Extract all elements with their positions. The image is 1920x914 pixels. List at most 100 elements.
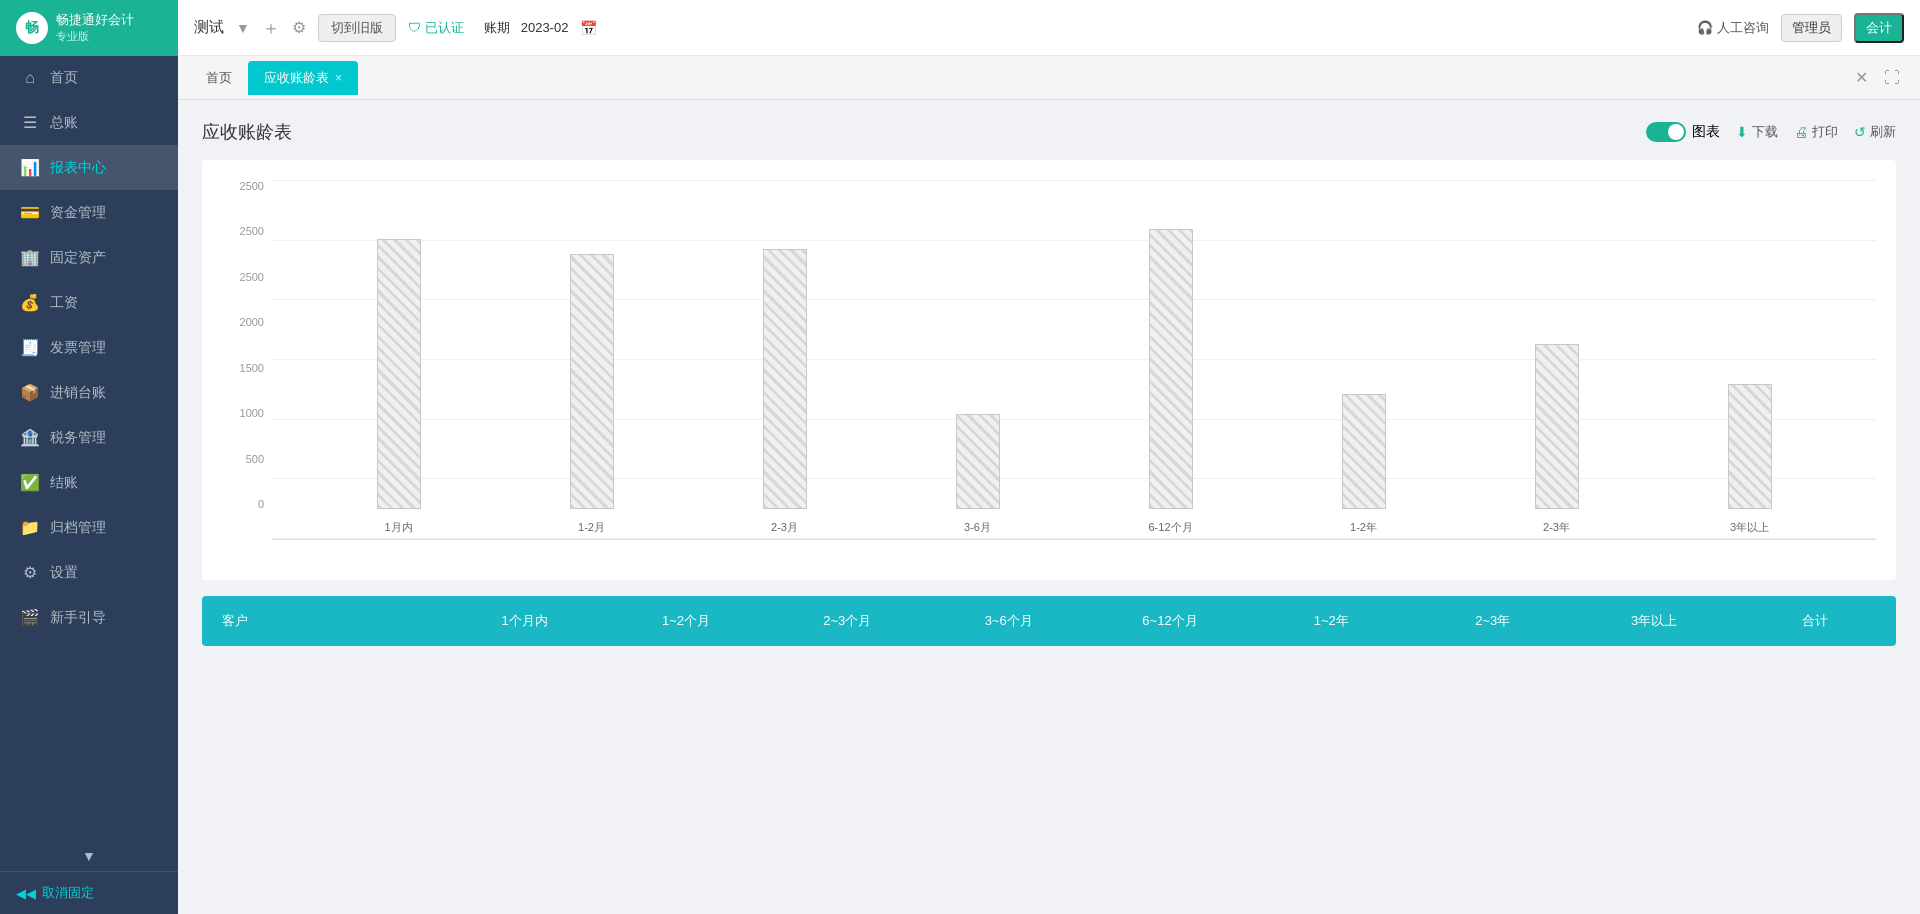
- sidebar-item-tax[interactable]: 🏦 税务管理: [0, 415, 178, 460]
- print-btn[interactable]: 🖨 打印: [1794, 123, 1838, 141]
- tab-home[interactable]: 首页: [190, 61, 248, 95]
- y-label-1500: 1500: [240, 362, 264, 374]
- sidebar-item-label: 资金管理: [50, 204, 106, 222]
- y-label-2500a: 2500: [240, 180, 264, 192]
- sidebar-item-label: 结账: [50, 474, 78, 492]
- chart-area: 2500 2500 2500 2000 1500 1000 500 0: [222, 180, 1876, 540]
- assets-icon: 🏢: [20, 248, 40, 267]
- sidebar-item-label: 设置: [50, 564, 78, 582]
- headset-icon: 🎧: [1697, 20, 1713, 35]
- tab-accounts-aging[interactable]: 应收账龄表 ×: [248, 61, 358, 95]
- bar: [1535, 344, 1579, 509]
- sidebar-item-sales[interactable]: 📦 进销台账: [0, 370, 178, 415]
- sidebar-collapse-btn[interactable]: ◀◀ 取消固定: [0, 871, 178, 914]
- y-axis: 2500 2500 2500 2000 1500 1000 500 0: [222, 180, 272, 540]
- add-workspace-btn[interactable]: ＋: [262, 16, 280, 40]
- sidebar-item-settings[interactable]: ⚙ 设置: [0, 550, 178, 595]
- bar: [956, 414, 1000, 509]
- sidebar-item-reports[interactable]: 📊 报表中心: [0, 145, 178, 190]
- y-label-0: 0: [258, 498, 264, 510]
- sidebar-item-settlement[interactable]: ✅ 结账: [0, 460, 178, 505]
- bar: [1342, 394, 1386, 509]
- archive-icon: 📁: [20, 518, 40, 537]
- download-icon: ⬇: [1736, 124, 1748, 140]
- funds-icon: 💳: [20, 203, 40, 222]
- invoices-icon: 🧾: [20, 338, 40, 357]
- x-label: 2-3年: [1460, 520, 1653, 535]
- period-value: 2023-02: [521, 20, 569, 35]
- y-label-500: 500: [246, 453, 264, 465]
- sidebar-item-label: 归档管理: [50, 519, 106, 537]
- app-edition: 专业版: [56, 29, 134, 44]
- main-content: 测试 ▼ ＋ ⚙ 切到旧版 🛡 已认证 账期 2023-02 📅 🎧 人工咨询 …: [178, 0, 1920, 914]
- bar-group: [881, 414, 1074, 509]
- chart-toggle[interactable]: [1646, 122, 1686, 142]
- th-3-6m: 3~6个月: [928, 596, 1089, 646]
- y-label-2500c: 2500: [240, 271, 264, 283]
- y-label-2000: 2000: [240, 316, 264, 328]
- workspace-dropdown-icon[interactable]: ▼: [236, 20, 250, 36]
- x-label: 3年以上: [1653, 520, 1846, 535]
- bar-group: [1460, 344, 1653, 509]
- sidebar-item-guide[interactable]: 🎬 新手引导: [0, 595, 178, 640]
- page-content: 应收账龄表 图表 ⬇ 下载 🖨 打印 ↺ 刷新: [178, 100, 1920, 914]
- refresh-btn[interactable]: ↺ 刷新: [1854, 123, 1896, 141]
- tax-icon: 🏦: [20, 428, 40, 447]
- logo-text-block: 畅捷通好会计 专业版: [56, 12, 134, 44]
- tab-close-icon[interactable]: ×: [335, 71, 342, 85]
- x-label: 3-6月: [881, 520, 1074, 535]
- sidebar-item-invoices[interactable]: 🧾 发票管理: [0, 325, 178, 370]
- th-2-3m: 2~3个月: [767, 596, 928, 646]
- settings-icon: ⚙: [20, 563, 40, 582]
- sidebar-item-assets[interactable]: 🏢 固定资产: [0, 235, 178, 280]
- sidebar-item-label: 税务管理: [50, 429, 106, 447]
- window-close-btn[interactable]: ✕: [1847, 68, 1876, 87]
- sidebar-item-wages[interactable]: 💰 工资: [0, 280, 178, 325]
- manager-btn[interactable]: 管理员: [1781, 14, 1842, 42]
- bar: [1728, 384, 1772, 509]
- workspace-settings-btn[interactable]: ⚙: [292, 18, 306, 37]
- shield-icon: 🛡: [408, 20, 421, 35]
- workspace-title: 测试: [194, 18, 224, 37]
- consult-btn[interactable]: 🎧 人工咨询: [1697, 19, 1769, 37]
- chart-container: 2500 2500 2500 2000 1500 1000 500 0: [202, 160, 1896, 580]
- sidebar-item-archive[interactable]: 📁 归档管理: [0, 505, 178, 550]
- tab-accounts-aging-label: 应收账龄表: [264, 69, 329, 87]
- switch-old-btn[interactable]: 切到旧版: [318, 14, 396, 42]
- accountant-btn[interactable]: 会计: [1854, 13, 1904, 43]
- page-header: 应收账龄表 图表 ⬇ 下载 🖨 打印 ↺ 刷新: [202, 120, 1896, 144]
- chart-toggle-wrap: 图表: [1646, 122, 1720, 142]
- download-btn[interactable]: ⬇ 下载: [1736, 123, 1778, 141]
- sidebar-item-home[interactable]: ⌂ 首页: [0, 56, 178, 100]
- sidebar-item-label: 工资: [50, 294, 78, 312]
- sales-icon: 📦: [20, 383, 40, 402]
- bar: [763, 249, 807, 509]
- chevron-down-icon: ▼: [82, 848, 96, 864]
- sidebar-item-ledger[interactable]: ☰ 总账: [0, 100, 178, 145]
- sidebar-item-label: 新手引导: [50, 609, 106, 627]
- reports-icon: 📊: [20, 158, 40, 177]
- sidebar-item-funds[interactable]: 💳 资金管理: [0, 190, 178, 235]
- calendar-icon[interactable]: 📅: [580, 20, 597, 36]
- ledger-icon: ☰: [20, 113, 40, 132]
- refresh-icon: ↺: [1854, 124, 1866, 140]
- sidebar-scroll-down[interactable]: ▼: [0, 841, 178, 871]
- sidebar-item-label: 进销台账: [50, 384, 106, 402]
- bar-group: [1074, 229, 1267, 509]
- collapse-label: 取消固定: [42, 884, 94, 902]
- sidebar-logo: 畅 畅捷通好会计 专业版: [0, 0, 178, 56]
- table-header: 客户 1个月内 1~2个月 2~3个月 3~6个月 6~12个月 1~2年 2~…: [202, 596, 1896, 646]
- page-actions: 图表 ⬇ 下载 🖨 打印 ↺ 刷新: [1646, 122, 1896, 142]
- x-labels-container: 1月内1-2月2-3月3-6月6-12个月1-2年2-3年3年以上: [272, 520, 1876, 535]
- bar-group: [302, 239, 495, 509]
- sidebar: 畅 畅捷通好会计 专业版 ⌂ 首页 ☰ 总账 📊 报表中心 💳 资金管理 🏢 固…: [0, 0, 178, 914]
- th-6-12m: 6~12个月: [1089, 596, 1250, 646]
- bars-container: [272, 180, 1876, 509]
- settlement-icon: ✅: [20, 473, 40, 492]
- wages-icon: 💰: [20, 293, 40, 312]
- topbar: 测试 ▼ ＋ ⚙ 切到旧版 🛡 已认证 账期 2023-02 📅 🎧 人工咨询 …: [178, 0, 1920, 56]
- page-title: 应收账龄表: [202, 120, 292, 144]
- y-label-2500b: 2500: [240, 225, 264, 237]
- window-expand-btn[interactable]: ⛶: [1876, 69, 1908, 87]
- grid-line: [272, 538, 1876, 539]
